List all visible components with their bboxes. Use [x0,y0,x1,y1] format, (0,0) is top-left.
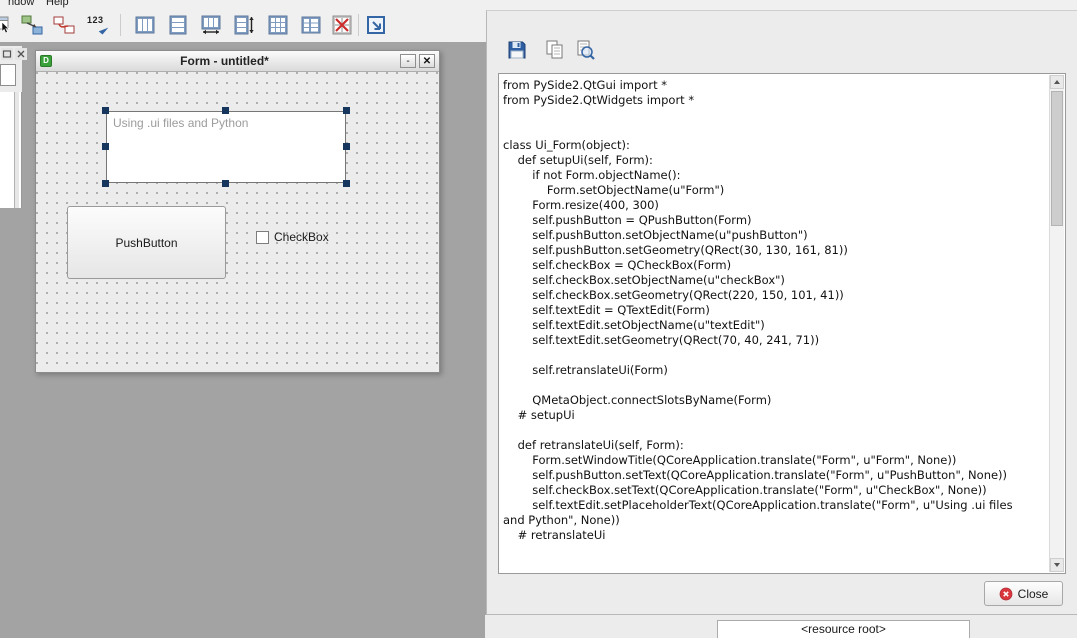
menu-window[interactable]: ndow [8,0,34,8]
break-layout-icon [331,14,355,36]
save-code-button[interactable] [506,38,530,62]
selection-handle[interactable] [343,107,350,114]
resource-root-item[interactable]: <resource root> [717,620,970,638]
textedit-surface[interactable]: Using .ui files and Python [106,111,346,183]
selection-handle[interactable] [343,143,350,150]
checkbox-indicator[interactable] [256,231,269,244]
close-circle-icon [999,587,1013,601]
print-preview-icon [574,39,598,61]
selection-handle[interactable] [102,107,109,114]
edit-signals-slots-icon [21,14,45,36]
edit-widgets-button[interactable] [0,12,17,38]
layout-horizontal-button[interactable] [133,12,159,38]
dock-close-button[interactable] [15,48,27,60]
pushbutton-widget[interactable]: PushButton [67,206,226,279]
selection-handle[interactable] [343,180,350,187]
scrollbar-thumb[interactable] [1051,91,1063,226]
form-window-icon: D [40,55,52,67]
menu-help[interactable]: Help [46,0,69,8]
form-window-title: Form - untitled* [52,54,397,68]
qt-designer-screen: ndow Help 123 [0,0,1077,638]
print-preview-button[interactable] [574,38,598,62]
layout-vertical-button[interactable] [166,12,192,38]
code-preview-dialog: from PySide2.QtGui import * from PySide2… [486,10,1077,615]
layout-form-icon [300,14,324,36]
edit-tab-order-icon: 123 [85,14,107,36]
selection-handle[interactable] [102,180,109,187]
widgetbox-filter-input[interactable] [0,64,16,86]
layout-vertical-icon [167,14,191,36]
dock-float-button[interactable] [1,48,13,60]
layout-grid-icon [267,14,291,36]
checkbox-widget[interactable]: CheckBox [256,230,329,244]
edit-widgets-icon [0,14,16,36]
save-icon [506,39,530,61]
adjust-size-button[interactable] [364,12,390,38]
form-close-button[interactable]: ✕ [419,54,435,68]
copy-icon [544,39,568,61]
code-text[interactable]: from PySide2.QtGui import * from PySide2… [503,78,1045,567]
edit-buddies-icon [53,14,77,36]
menubar: ndow Help [0,0,1077,9]
layout-horizontal-splitter-icon [200,14,224,36]
selection-handle[interactable] [102,143,109,150]
layout-vertical-splitter-button[interactable] [232,12,258,38]
code-view[interactable]: from PySide2.QtGui import * from PySide2… [498,73,1066,574]
dock-close-icon [15,48,27,60]
code-vertical-scrollbar[interactable] [1049,75,1064,572]
selection-handle[interactable] [222,107,229,114]
edit-tab-order-button[interactable]: 123 [84,12,110,38]
scroll-up-icon[interactable] [1050,75,1064,89]
toolbar-separator [358,14,359,36]
break-layout-button[interactable] [330,12,356,38]
widgetbox-list[interactable] [0,92,22,208]
bottom-strip: <resource root> [485,615,1077,638]
form-editor-window: D Form - untitled* - ✕ Using .ui files a… [35,50,440,373]
form-titlebar[interactable]: D Form - untitled* - ✕ [36,51,439,72]
close-dialog-button[interactable]: Close [984,581,1063,606]
copy-code-button[interactable] [544,38,568,62]
layout-grid-button[interactable] [266,12,292,38]
layout-horizontal-icon [134,14,158,36]
textedit-widget[interactable]: Using .ui files and Python [106,111,346,183]
layout-vertical-splitter-icon [233,14,257,36]
layout-form-button[interactable] [299,12,325,38]
widgetbox-scrollbar[interactable] [14,92,19,208]
left-dock [0,46,22,208]
adjust-size-icon [365,14,389,36]
edit-signals-slots-button[interactable] [20,12,46,38]
selection-handle[interactable] [222,180,229,187]
checkbox-label: CheckBox [274,230,329,244]
close-button-label: Close [1018,587,1049,601]
scroll-down-icon[interactable] [1050,558,1064,572]
edit-buddies-button[interactable] [52,12,78,38]
textedit-placeholder: Using .ui files and Python [107,112,345,134]
form-canvas[interactable]: Using .ui files and Python PushButton Ch… [36,72,439,372]
toolbar-separator [120,14,121,36]
form-minimize-button[interactable]: - [400,54,416,68]
layout-horizontal-splitter-button[interactable] [199,12,225,38]
dock-float-icon [1,48,13,60]
